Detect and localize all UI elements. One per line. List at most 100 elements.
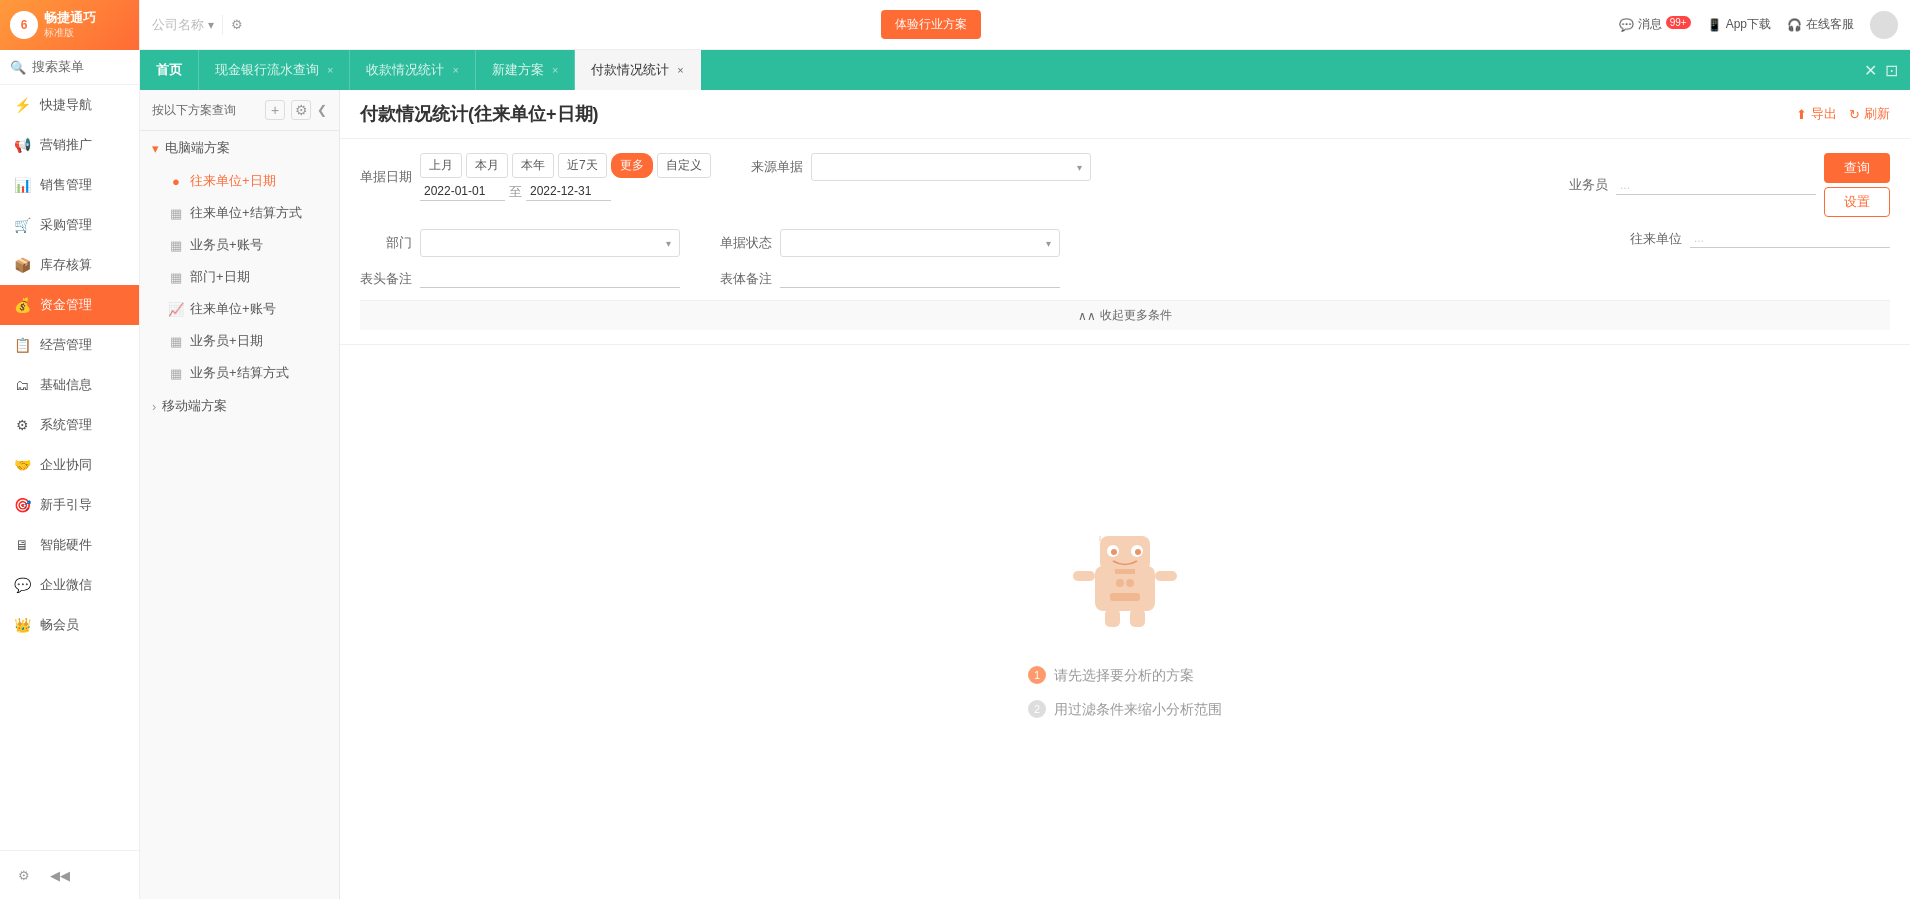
- finance-icon: 💰: [12, 295, 32, 315]
- sidebar: 6 畅捷通巧 标准版 🔍 搜索菜单 ⚡ 快捷导航 📢 营销推广 📊 销售管理: [0, 0, 140, 899]
- svg-rect-6: [1115, 569, 1135, 574]
- scheme-settings-btn[interactable]: ⚙: [291, 100, 311, 120]
- svg-rect-8: [1155, 571, 1177, 581]
- message-btn[interactable]: 💬 消息 99+: [1619, 16, 1691, 33]
- scheme-partner-settle[interactable]: ▦ 往来单位+结算方式: [140, 197, 339, 229]
- tab-new-close[interactable]: ×: [552, 64, 558, 76]
- sidebar-item-shortcut[interactable]: ⚡ 快捷导航: [0, 85, 139, 125]
- tab-expand-btn[interactable]: ⊡: [1885, 61, 1898, 80]
- status-select[interactable]: ▾: [780, 229, 1060, 257]
- shortcut-icon: ⚡: [12, 95, 32, 115]
- sidebar-settings-btn[interactable]: ⚙: [10, 861, 38, 889]
- collapse-more-btn[interactable]: ∧∧ 收起更多条件: [360, 300, 1890, 330]
- body-note-input[interactable]: [780, 269, 1060, 288]
- scheme-staff-account[interactable]: ▦ 业务员+账号: [140, 229, 339, 261]
- user-avatar[interactable]: [1870, 11, 1898, 39]
- sidebar-collapse-btn[interactable]: ◀◀: [46, 861, 74, 889]
- source-select[interactable]: ▾: [811, 153, 1091, 181]
- export-btn[interactable]: ⬆ 导出: [1796, 105, 1837, 123]
- date-start-input[interactable]: [420, 182, 505, 201]
- date-btn-this-year[interactable]: 本年: [512, 153, 554, 178]
- sidebar-item-enterprise[interactable]: 🤝 企业协同: [0, 445, 139, 485]
- sidebar-item-finance[interactable]: 💰 资金管理: [0, 285, 139, 325]
- date-btn-this-month[interactable]: 本月: [466, 153, 508, 178]
- svg-rect-7: [1073, 571, 1095, 581]
- header-note-input[interactable]: [420, 269, 680, 288]
- date-btn-more[interactable]: 更多: [611, 153, 653, 178]
- sidebar-bottom: ⚙ ◀◀: [0, 850, 139, 899]
- date-btn-last-month[interactable]: 上月: [420, 153, 462, 178]
- tab-receipt[interactable]: 收款情况统计 ×: [350, 50, 475, 90]
- add-scheme-btn[interactable]: +: [265, 100, 285, 120]
- page-header-actions: ⬆ 导出 ↻ 刷新: [1796, 105, 1890, 123]
- tab-receipt-close[interactable]: ×: [452, 64, 458, 76]
- scheme-group-mobile-header[interactable]: › 移动端方案: [140, 389, 339, 423]
- step1-num: 1: [1028, 666, 1046, 684]
- filter-row-2: 部门 ▾ 单据状态 ▾: [360, 229, 1890, 257]
- marketing-icon: 📢: [12, 135, 32, 155]
- robot-illustration: [1065, 521, 1185, 631]
- scheme-staff-date[interactable]: ▦ 业务员+日期: [140, 325, 339, 357]
- filter-area: 单据日期 上月 本月 本年 近7天 更多 自定义: [340, 139, 1910, 345]
- panel-collapse-btn[interactable]: ❮: [317, 103, 327, 117]
- scheme-dept-date[interactable]: ▦ 部门+日期: [140, 261, 339, 293]
- chevron-down-icon: ▾: [152, 141, 159, 156]
- scheme-staff-settle[interactable]: ▦ 业务员+结算方式: [140, 357, 339, 389]
- sidebar-item-operation[interactable]: 📋 经营管理: [0, 325, 139, 365]
- filter-header-note-item: 表头备注: [360, 269, 680, 288]
- tab-home[interactable]: 首页: [140, 50, 199, 90]
- tab-new[interactable]: 新建方案 ×: [476, 50, 575, 90]
- online-service-btn[interactable]: 🎧 在线客服: [1787, 16, 1854, 33]
- date-to-label: 至: [509, 183, 522, 201]
- sidebar-item-guide[interactable]: 🎯 新手引导: [0, 485, 139, 525]
- chevron-right-icon: ›: [152, 399, 156, 414]
- trial-btn[interactable]: 体验行业方案: [881, 10, 981, 39]
- settings-icon-btn[interactable]: ⚙: [231, 17, 243, 32]
- scheme-partner-account[interactable]: 📈 往来单位+账号: [140, 293, 339, 325]
- guide-icon: 🎯: [12, 495, 32, 515]
- filter-partner-item: 往来单位 ...: [1630, 229, 1890, 248]
- company-select[interactable]: 公司名称 ▾: [152, 16, 214, 34]
- tab-bank-close[interactable]: ×: [327, 64, 333, 76]
- tab-bank[interactable]: 现金银行流水查询 ×: [199, 50, 350, 90]
- sidebar-header: 6 畅捷通巧 标准版: [0, 0, 139, 50]
- scheme-group-pc-header[interactable]: ▾ 电脑端方案: [140, 131, 339, 165]
- svg-point-5: [1135, 549, 1141, 555]
- staff-input[interactable]: ...: [1616, 176, 1816, 195]
- filter-settings-btn[interactable]: 设置: [1824, 187, 1890, 217]
- scheme-chart-icon-4: ▦: [168, 333, 184, 349]
- sidebar-item-system[interactable]: ⚙ 系统管理: [0, 405, 139, 445]
- svg-rect-13: [1130, 609, 1145, 627]
- svg-rect-12: [1105, 609, 1120, 627]
- dept-select-arrow: ▾: [666, 238, 671, 249]
- app-download-btn[interactable]: 📱 App下载: [1707, 16, 1771, 33]
- collapse-icon: ∧∧: [1078, 309, 1096, 323]
- date-end-input[interactable]: [526, 182, 611, 201]
- search-menu-item[interactable]: 🔍 搜索菜单: [0, 50, 139, 85]
- tab-close-all-btn[interactable]: ✕: [1864, 61, 1877, 80]
- dept-select[interactable]: ▾: [420, 229, 680, 257]
- date-btn-7days[interactable]: 近7天: [558, 153, 607, 178]
- tab-payment-close[interactable]: ×: [677, 64, 683, 76]
- partner-input[interactable]: ...: [1690, 229, 1890, 248]
- sidebar-item-basic[interactable]: 🗂 基础信息: [0, 365, 139, 405]
- top-nav-left: 公司名称 ▾ ⚙: [152, 15, 243, 35]
- refresh-btn[interactable]: ↻ 刷新: [1849, 105, 1890, 123]
- empty-state: 1 请先选择要分析的方案 2 用过滤条件来缩小分析范围: [340, 345, 1910, 899]
- sidebar-item-wechat[interactable]: 💬 企业微信: [0, 565, 139, 605]
- sidebar-item-inventory[interactable]: 📦 库存核算: [0, 245, 139, 285]
- sidebar-item-sales[interactable]: 📊 销售管理: [0, 165, 139, 205]
- sidebar-item-member[interactable]: 👑 畅会员: [0, 605, 139, 645]
- query-btn[interactable]: 查询: [1824, 153, 1890, 183]
- refresh-icon: ↻: [1849, 107, 1860, 122]
- sidebar-item-hardware[interactable]: 🖥 智能硬件: [0, 525, 139, 565]
- date-input-group: 至: [420, 182, 711, 201]
- sidebar-item-purchase[interactable]: 🛒 采购管理: [0, 205, 139, 245]
- filter-action-btns: 查询 设置: [1824, 153, 1890, 217]
- tab-payment[interactable]: 付款情况统计 ×: [575, 50, 700, 90]
- tabs-bar: 首页 现金银行流水查询 × 收款情况统计 × 新建方案 × 付款情况统计 × ✕…: [140, 50, 1910, 90]
- sidebar-item-marketing[interactable]: 📢 营销推广: [0, 125, 139, 165]
- scheme-partner-date[interactable]: ● 往来单位+日期: [140, 165, 339, 197]
- date-btn-custom[interactable]: 自定义: [657, 153, 711, 178]
- wechat-icon: 💬: [12, 575, 32, 595]
